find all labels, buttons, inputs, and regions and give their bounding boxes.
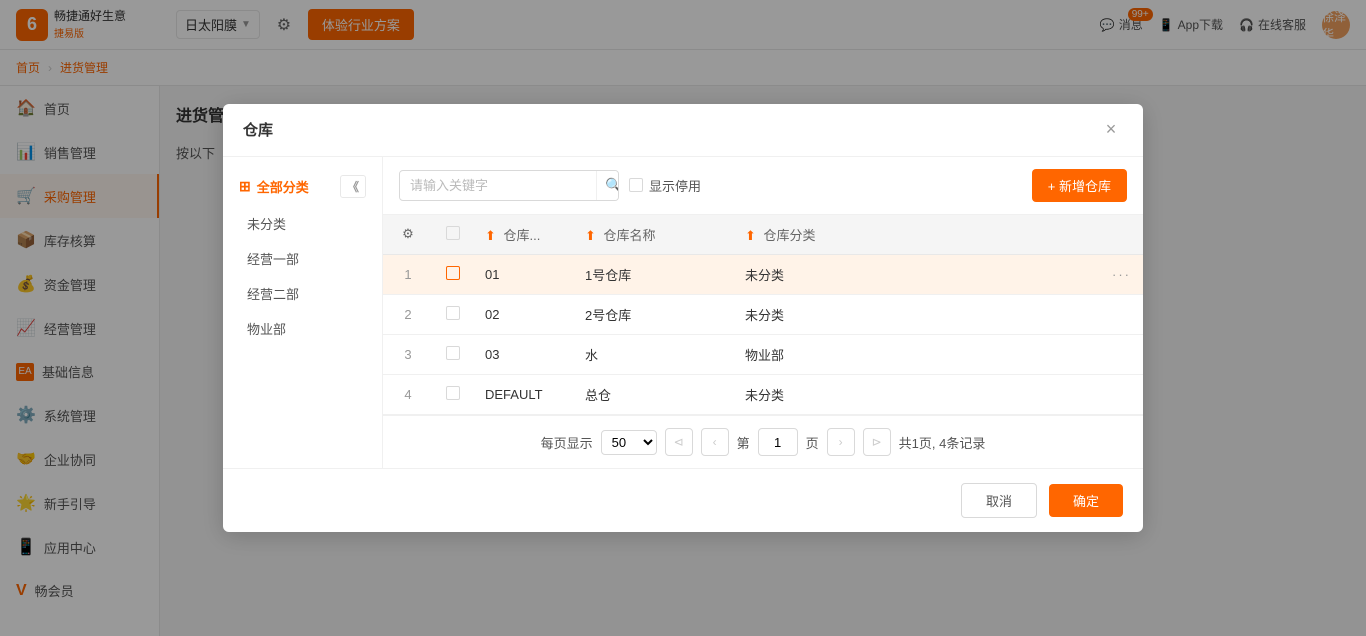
row-name: 水 bbox=[573, 335, 733, 375]
table-row[interactable]: 4 DEFAULT 总仓 未分类 bbox=[383, 375, 1143, 415]
row-more-button[interactable]: ··· bbox=[1112, 267, 1131, 282]
row-name: 2号仓库 bbox=[573, 295, 733, 335]
row-checkbox-cell[interactable] bbox=[433, 295, 473, 335]
warehouse-table: ⚙ ⬆ 仓库... ⬆ bbox=[383, 215, 1143, 416]
collapse-button[interactable]: 《 bbox=[340, 175, 366, 198]
grid-icon: ⊞ bbox=[239, 178, 251, 195]
row-num: 2 bbox=[383, 295, 433, 335]
row-checkbox[interactable] bbox=[446, 386, 460, 400]
category-item-ops1[interactable]: 经营一部 bbox=[223, 241, 382, 276]
row-name: 总仓 bbox=[573, 375, 733, 415]
last-page-button[interactable]: ⊳ bbox=[863, 428, 891, 456]
row-category: 未分类 bbox=[733, 295, 1143, 335]
row-checkbox[interactable] bbox=[446, 266, 460, 280]
row-code: 02 bbox=[473, 295, 573, 335]
row-checkbox[interactable] bbox=[446, 306, 460, 320]
warehouse-modal: 仓库 × ⊞ 全部分类 《 未分类 经营一部 经营二部 物业部 bbox=[223, 104, 1143, 533]
col-category: ⬆ 仓库分类 bbox=[733, 215, 1143, 255]
modal-footer: 取消 确定 bbox=[223, 468, 1143, 532]
row-name: 1号仓库 bbox=[573, 254, 733, 295]
row-code: 01 bbox=[473, 254, 573, 295]
col-code: ⬆ 仓库... bbox=[473, 215, 573, 255]
col-settings: ⚙ bbox=[383, 215, 433, 255]
page-suffix: 页 bbox=[806, 433, 819, 452]
search-input[interactable] bbox=[400, 172, 596, 199]
table-settings-icon[interactable]: ⚙ bbox=[402, 226, 414, 241]
row-checkbox[interactable] bbox=[446, 346, 460, 360]
row-num: 1 bbox=[383, 254, 433, 295]
table-row[interactable]: 1 01 1号仓库 未分类 ··· bbox=[383, 254, 1143, 295]
cancel-button[interactable]: 取消 bbox=[961, 483, 1037, 518]
show-disabled-checkbox-label[interactable]: 显示停用 bbox=[629, 176, 701, 195]
col-name: ⬆ 仓库名称 bbox=[573, 215, 733, 255]
data-table: ⚙ ⬆ 仓库... ⬆ bbox=[383, 215, 1143, 416]
col-checkbox bbox=[433, 215, 473, 255]
category-item-unclassified[interactable]: 未分类 bbox=[223, 206, 382, 241]
search-icon[interactable]: 🔍 bbox=[596, 171, 619, 200]
row-num: 3 bbox=[383, 335, 433, 375]
table-panel: 🔍 显示停用 + 新增仓库 ⚙ bbox=[383, 157, 1143, 469]
sort-icon-name: ⬆ bbox=[585, 228, 596, 243]
total-info: 共1页, 4条记录 bbox=[899, 433, 986, 452]
search-box: 🔍 bbox=[399, 170, 619, 201]
page-size-label: 每页显示 bbox=[541, 433, 593, 452]
page-size-select[interactable]: 50 100 bbox=[601, 430, 657, 455]
table-toolbar: 🔍 显示停用 + 新增仓库 bbox=[383, 157, 1143, 215]
sort-icon-cat: ⬆ bbox=[745, 228, 756, 243]
confirm-button[interactable]: 确定 bbox=[1049, 484, 1123, 517]
row-code: DEFAULT bbox=[473, 375, 573, 415]
row-category: 未分类 bbox=[733, 375, 1143, 415]
category-header[interactable]: ⊞ 全部分类 《 bbox=[223, 167, 382, 206]
prev-page-button[interactable]: ‹ bbox=[701, 428, 729, 456]
page-number-input[interactable] bbox=[758, 428, 798, 456]
select-all-checkbox[interactable] bbox=[446, 226, 460, 240]
modal-body: ⊞ 全部分类 《 未分类 经营一部 经营二部 物业部 🔍 bbox=[223, 157, 1143, 469]
category-panel: ⊞ 全部分类 《 未分类 经营一部 经营二部 物业部 bbox=[223, 157, 383, 469]
row-checkbox-cell[interactable] bbox=[433, 254, 473, 295]
category-all-label: 全部分类 bbox=[257, 177, 309, 196]
category-item-property[interactable]: 物业部 bbox=[223, 311, 382, 346]
row-num: 4 bbox=[383, 375, 433, 415]
row-checkbox-cell[interactable] bbox=[433, 335, 473, 375]
show-disabled-checkbox[interactable] bbox=[629, 178, 643, 192]
table-row[interactable]: 2 02 2号仓库 未分类 bbox=[383, 295, 1143, 335]
modal-header: 仓库 × bbox=[223, 104, 1143, 157]
page-label: 第 bbox=[737, 433, 750, 452]
row-category: 物业部 bbox=[733, 335, 1143, 375]
sort-icon: ⬆ bbox=[485, 228, 496, 243]
add-warehouse-button[interactable]: + 新增仓库 bbox=[1032, 169, 1127, 202]
pagination: 每页显示 50 100 ⊲ ‹ 第 页 › ⊳ 共1页, 4条记录 bbox=[383, 415, 1143, 468]
show-disabled-label: 显示停用 bbox=[649, 176, 701, 195]
row-code: 03 bbox=[473, 335, 573, 375]
table-row[interactable]: 3 03 水 物业部 bbox=[383, 335, 1143, 375]
row-checkbox-cell[interactable] bbox=[433, 375, 473, 415]
first-page-button[interactable]: ⊲ bbox=[665, 428, 693, 456]
modal-title: 仓库 bbox=[243, 119, 273, 140]
next-page-button[interactable]: › bbox=[827, 428, 855, 456]
modal-overlay[interactable]: 仓库 × ⊞ 全部分类 《 未分类 经营一部 经营二部 物业部 bbox=[0, 0, 1366, 636]
row-category: 未分类 ··· bbox=[733, 255, 1143, 295]
modal-close-button[interactable]: × bbox=[1099, 118, 1123, 142]
category-item-ops2[interactable]: 经营二部 bbox=[223, 276, 382, 311]
